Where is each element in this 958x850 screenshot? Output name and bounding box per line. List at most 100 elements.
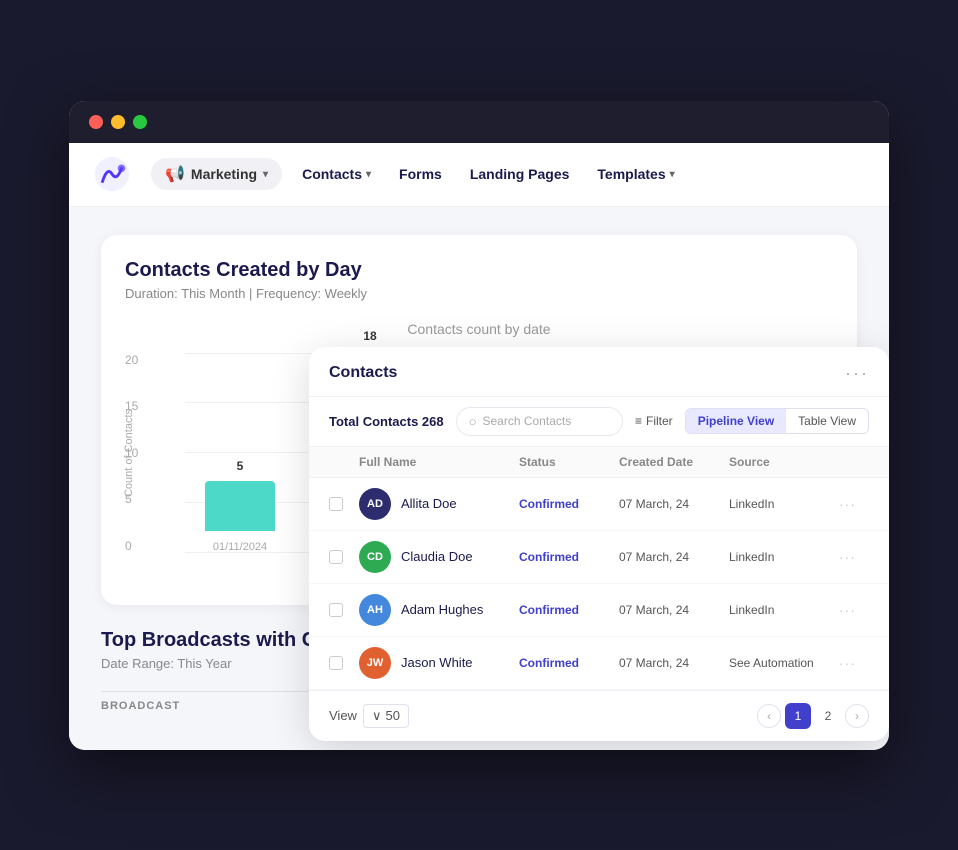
row-actions-1[interactable]: ··· bbox=[839, 496, 869, 512]
row-actions-4[interactable]: ··· bbox=[839, 655, 869, 671]
table-header: Full Name Status Created Date Source bbox=[309, 447, 889, 478]
browser-window: 📢 Marketing ▾ Contacts ▾ Forms Landing P… bbox=[69, 101, 889, 750]
name-1: Allita Doe bbox=[401, 496, 457, 511]
source-2: LinkedIn bbox=[729, 550, 839, 564]
th-status: Status bbox=[519, 455, 619, 469]
status-4: Confirmed bbox=[519, 656, 619, 670]
chart-label: Contacts count by date bbox=[125, 321, 833, 337]
broadcasts-col-broadcast: BROADCAST bbox=[101, 700, 180, 712]
avatar-4: JW bbox=[359, 647, 391, 679]
source-1: LinkedIn bbox=[729, 497, 839, 511]
bar-label-1: 01/11/2024 bbox=[213, 541, 267, 553]
templates-chevron-icon: ▾ bbox=[670, 169, 675, 180]
search-box[interactable]: ○ Search Contacts bbox=[456, 407, 623, 436]
chart-subtitle: Duration: This Month | Frequency: Weekly bbox=[125, 286, 833, 301]
nav-forms-label: Forms bbox=[399, 166, 442, 182]
th-created: Created Date bbox=[619, 455, 729, 469]
nav-bar: 📢 Marketing ▾ Contacts ▾ Forms Landing P… bbox=[69, 143, 889, 207]
chart-title: Contacts Created by Day bbox=[125, 259, 833, 282]
th-checkbox bbox=[329, 455, 359, 469]
row-checkbox-1[interactable] bbox=[329, 497, 343, 511]
nav-templates[interactable]: Templates ▾ bbox=[597, 166, 674, 182]
filter-label: Filter bbox=[646, 414, 673, 428]
name-2: Claudia Doe bbox=[401, 549, 473, 564]
status-3: Confirmed bbox=[519, 603, 619, 617]
th-source: Source bbox=[729, 455, 839, 469]
close-dot[interactable] bbox=[89, 115, 103, 129]
page-1-button[interactable]: 1 bbox=[785, 703, 811, 729]
nav-contacts-label: Contacts bbox=[302, 166, 362, 182]
row-checkbox-3[interactable] bbox=[329, 603, 343, 617]
title-bar bbox=[69, 101, 889, 143]
table-view-button[interactable]: Table View bbox=[786, 409, 868, 433]
pagination: ‹ 1 2 › bbox=[757, 703, 869, 729]
contact-name-4: JW Jason White bbox=[359, 647, 519, 679]
contacts-card-title: Contacts bbox=[329, 364, 397, 382]
contact-name-1: AD Allita Doe bbox=[359, 488, 519, 520]
y-axis: 20 15 10 5 0 bbox=[125, 353, 185, 553]
contact-name-2: CD Claudia Doe bbox=[359, 541, 519, 573]
table-row: JW Jason White Confirmed 07 March, 24 Se… bbox=[309, 637, 889, 690]
avatar-1: AD bbox=[359, 488, 391, 520]
nav-landing-pages-label: Landing Pages bbox=[470, 166, 570, 182]
contacts-footer: View ∨ 50 ‹ 1 2 › bbox=[309, 690, 889, 741]
search-icon: ○ bbox=[469, 414, 477, 429]
name-4: Jason White bbox=[401, 655, 473, 670]
row-checkbox-2[interactable] bbox=[329, 550, 343, 564]
search-placeholder: Search Contacts bbox=[482, 414, 571, 428]
pipeline-view-button[interactable]: Pipeline View bbox=[686, 409, 786, 433]
avatar-2: CD bbox=[359, 541, 391, 573]
per-page-value: 50 bbox=[385, 708, 399, 723]
status-1: Confirmed bbox=[519, 497, 619, 511]
contacts-card: Contacts ··· Total Contacts 268 ○ Search… bbox=[309, 347, 889, 741]
name-3: Adam Hughes bbox=[401, 602, 483, 617]
per-page-dropdown[interactable]: ∨ 50 bbox=[363, 704, 409, 728]
next-page-button[interactable]: › bbox=[845, 704, 869, 728]
avatar-3: AH bbox=[359, 594, 391, 626]
date-2: 07 March, 24 bbox=[619, 550, 729, 564]
marketing-pill[interactable]: 📢 Marketing ▾ bbox=[151, 158, 282, 190]
marketing-label: Marketing bbox=[191, 166, 257, 182]
contact-name-3: AH Adam Hughes bbox=[359, 594, 519, 626]
th-fullname: Full Name bbox=[359, 455, 519, 469]
main-content: Contacts Created by Day Duration: This M… bbox=[69, 207, 889, 750]
row-actions-2[interactable]: ··· bbox=[839, 549, 869, 565]
bar-value-2: 18 bbox=[363, 329, 376, 343]
row-checkbox-4[interactable] bbox=[329, 656, 343, 670]
total-contacts-label: Total Contacts 268 bbox=[329, 414, 444, 429]
source-4: See Automation bbox=[729, 656, 839, 670]
contacts-header: Contacts ··· bbox=[309, 347, 889, 397]
row-actions-3[interactable]: ··· bbox=[839, 602, 869, 618]
nav-links: Contacts ▾ Forms Landing Pages Templates… bbox=[302, 166, 865, 182]
y-tick-10: 10 bbox=[125, 446, 175, 460]
nav-forms[interactable]: Forms bbox=[399, 166, 442, 182]
nav-landing-pages[interactable]: Landing Pages bbox=[470, 166, 570, 182]
th-actions bbox=[839, 455, 869, 469]
table-view-label: Table View bbox=[798, 414, 856, 428]
minimize-dot[interactable] bbox=[111, 115, 125, 129]
source-3: LinkedIn bbox=[729, 603, 839, 617]
prev-page-button[interactable]: ‹ bbox=[757, 704, 781, 728]
table-row: CD Claudia Doe Confirmed 07 March, 24 Li… bbox=[309, 531, 889, 584]
table-row: AD Allita Doe Confirmed 07 March, 24 Lin… bbox=[309, 478, 889, 531]
date-1: 07 March, 24 bbox=[619, 497, 729, 511]
maximize-dot[interactable] bbox=[133, 115, 147, 129]
view-toggle: Pipeline View Table View bbox=[685, 408, 869, 434]
filter-button[interactable]: ≡ Filter bbox=[635, 414, 673, 428]
y-tick-5: 5 bbox=[125, 492, 175, 506]
nav-contacts[interactable]: Contacts ▾ bbox=[302, 166, 371, 182]
y-tick-0: 0 bbox=[125, 539, 175, 553]
view-select: View ∨ 50 bbox=[329, 704, 409, 728]
bar-group-1: 5 01/11/2024 bbox=[205, 459, 275, 553]
filter-icon: ≡ bbox=[635, 414, 642, 428]
page-2-button[interactable]: 2 bbox=[815, 703, 841, 729]
contacts-more-button[interactable]: ··· bbox=[845, 363, 869, 384]
view-label: View bbox=[329, 708, 357, 723]
pipeline-view-label: Pipeline View bbox=[698, 414, 774, 428]
bar-1 bbox=[205, 481, 275, 531]
y-tick-15: 15 bbox=[125, 399, 175, 413]
chevron-down-icon: ∨ bbox=[372, 708, 382, 724]
status-2: Confirmed bbox=[519, 550, 619, 564]
date-3: 07 March, 24 bbox=[619, 603, 729, 617]
logo bbox=[93, 155, 131, 193]
